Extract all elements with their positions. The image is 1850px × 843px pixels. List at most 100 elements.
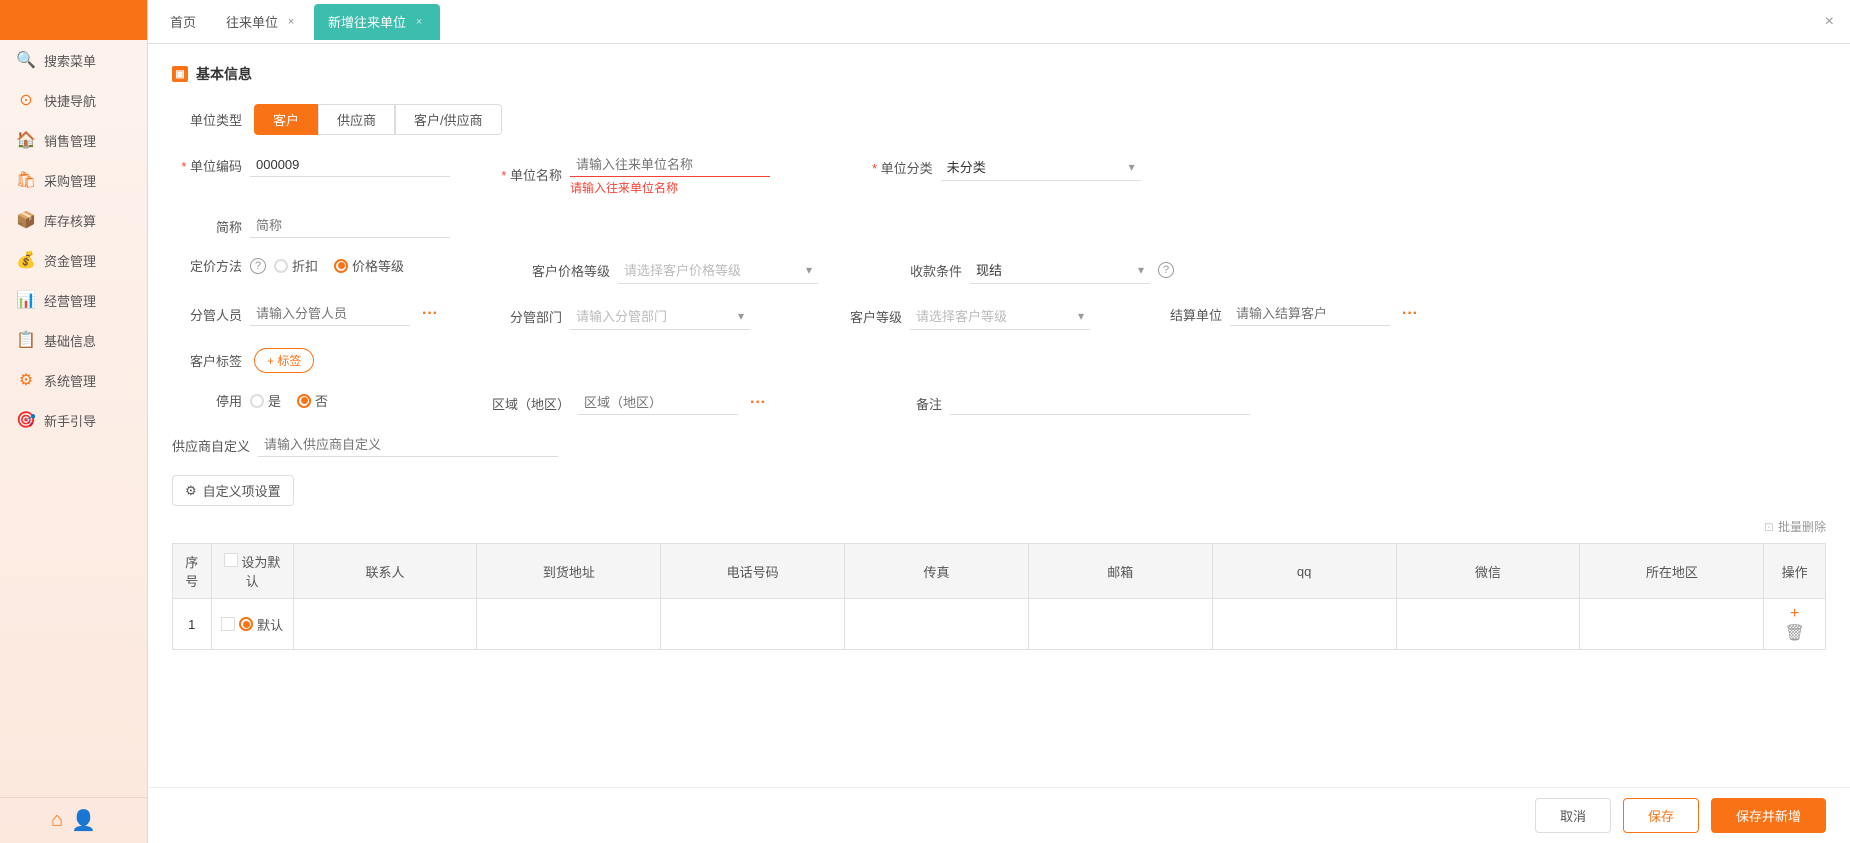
sidebar-item-purchase[interactable]: 🛍 采购管理	[0, 160, 147, 200]
sidebar-item-finance[interactable]: 💰 资金管理	[0, 240, 147, 280]
customer-level-select[interactable]: 请选择客户等级 ▾	[910, 302, 1090, 330]
search-icon: 🔍	[16, 50, 36, 70]
cancel-button[interactable]: 取消	[1535, 798, 1611, 833]
unit-name-input[interactable]	[570, 153, 770, 177]
batch-delete-area: ⊡ 批量删除	[172, 518, 1826, 535]
btn-type-both[interactable]: 客户/供应商	[395, 104, 502, 135]
sidebar-home-icon[interactable]: ⌂	[51, 809, 63, 832]
btn-type-customer[interactable]: 客户	[254, 104, 318, 135]
add-tag-label: + 标签	[267, 352, 301, 369]
row-fax[interactable]	[845, 599, 1029, 650]
payment-terms-label: 收款条件	[892, 261, 962, 280]
row-phone[interactable]	[661, 599, 845, 650]
region-more-icon[interactable]: ···	[746, 394, 770, 412]
unit-name-error: 请输入往来单位名称	[570, 179, 770, 196]
finance-icon: 💰	[16, 250, 36, 270]
pricing-level[interactable]: 价格等级	[334, 256, 404, 275]
customize-settings-button[interactable]: ⚙ 自定义项设置	[172, 475, 294, 506]
sidebar-item-guide[interactable]: 🎯 新手引导	[0, 400, 147, 440]
customer-tag-field: 客户标签 + 标签	[172, 348, 1826, 373]
fax-input[interactable]	[851, 616, 1022, 632]
address-input[interactable]	[483, 616, 654, 632]
manager-input[interactable]	[250, 302, 410, 326]
chevron-down-icon: ▾	[1078, 309, 1084, 323]
tab-counterparty[interactable]: 往来单位 ×	[212, 4, 312, 40]
short-name-input[interactable]	[250, 214, 450, 238]
sidebar-item-inventory[interactable]: 📦 库存核算	[0, 200, 147, 240]
add-tag-button[interactable]: + 标签	[254, 348, 314, 373]
sidebar-item-system[interactable]: ⚙ 系统管理	[0, 360, 147, 400]
manager-row: 分管人员 ··· 分管部门 请输入分管部门 ▾ 客户等级 请选择客户等级 ▾ 结…	[172, 302, 1826, 330]
col-wechat: 微信	[1396, 544, 1580, 599]
email-input[interactable]	[1035, 616, 1206, 632]
chevron-down-icon: ▾	[1129, 160, 1135, 174]
pricing-discount[interactable]: 折扣	[274, 256, 318, 275]
form-content: ▣ 基本信息 单位类型 客户 供应商 客户/供应商 单位编码 单位名称	[148, 44, 1850, 787]
row-qq[interactable]	[1212, 599, 1396, 650]
tab-new-counterparty[interactable]: 新增往来单位 ×	[314, 4, 440, 40]
close-all-tabs[interactable]: ×	[1817, 13, 1842, 31]
customer-level-label: 客户等级	[832, 307, 902, 326]
sidebar-item-sales[interactable]: 🏠 销售管理	[0, 120, 147, 160]
chevron-down-icon: ▾	[1138, 263, 1144, 277]
batch-delete-label[interactable]: 批量删除	[1778, 518, 1826, 535]
payment-help-icon[interactable]: ?	[1158, 262, 1174, 278]
customer-price-level-select[interactable]: 请选择客户价格等级 ▾	[618, 256, 818, 284]
select-all-checkbox[interactable]	[224, 553, 238, 567]
pricing-level-label: 价格等级	[352, 256, 404, 275]
row-default-radio[interactable]: 默认	[239, 615, 283, 634]
sidebar-item-search[interactable]: 🔍 搜索菜单	[0, 40, 147, 80]
phone-input[interactable]	[667, 616, 838, 632]
settlement-more-icon[interactable]: ···	[1398, 305, 1422, 323]
save-button[interactable]: 保存	[1623, 798, 1699, 833]
sidebar-item-label: 系统管理	[44, 371, 96, 390]
row-region[interactable]	[1580, 599, 1764, 650]
payment-terms-select[interactable]: 现结 ▾	[970, 256, 1150, 284]
department-select[interactable]: 请输入分管部门 ▾	[570, 302, 750, 330]
wechat-input[interactable]	[1403, 616, 1574, 632]
row-checkbox[interactable]	[221, 617, 235, 631]
row-wechat[interactable]	[1396, 599, 1580, 650]
pricing-help-icon[interactable]: ?	[250, 258, 266, 274]
settlement-unit-input[interactable]	[1230, 302, 1390, 326]
disabled-yes[interactable]: 是	[250, 391, 281, 410]
qq-input[interactable]	[1219, 616, 1390, 632]
add-row-icon[interactable]: +	[1790, 605, 1799, 622]
tab-close-counterparty[interactable]: ×	[284, 15, 298, 29]
radio-discount-icon	[274, 259, 288, 273]
unit-type-field: 单位类型 客户 供应商 客户/供应商	[172, 104, 502, 135]
manager-field: 分管人员 ···	[172, 302, 492, 326]
row-contact[interactable]	[293, 599, 477, 650]
sidebar-item-quick-nav[interactable]: ⊙ 快捷导航	[0, 80, 147, 120]
settlement-unit-field: 结算单位 ···	[1152, 302, 1826, 326]
row-email[interactable]	[1028, 599, 1212, 650]
delete-row-icon[interactable]: 🗑	[1784, 625, 1804, 642]
unit-code-input[interactable]	[250, 153, 450, 177]
disabled-no[interactable]: 否	[297, 391, 328, 410]
supplier-custom-row: 供应商自定义	[172, 433, 1826, 457]
col-address: 到货地址	[477, 544, 661, 599]
supplier-custom-input[interactable]	[258, 433, 558, 457]
tab-close-new-counterparty[interactable]: ×	[412, 15, 426, 29]
tab-label: 往来单位	[226, 12, 278, 31]
sidebar-item-label: 资金管理	[44, 251, 96, 270]
col-region: 所在地区	[1580, 544, 1764, 599]
save-new-button[interactable]: 保存并新增	[1711, 798, 1826, 833]
system-icon: ⚙	[16, 370, 36, 390]
sidebar-user-icon[interactable]: 👤	[71, 808, 96, 833]
region-table-input[interactable]	[1586, 616, 1757, 632]
region-input[interactable]	[578, 391, 738, 415]
manager-more-icon[interactable]: ···	[418, 305, 442, 323]
tab-home[interactable]: 首页	[156, 4, 210, 40]
row-address[interactable]	[477, 599, 661, 650]
region-field: 区域（地区） ···	[492, 391, 872, 415]
disabled-field: 停用 是 否	[172, 391, 492, 410]
remark-input[interactable]	[950, 391, 1250, 415]
contact-input[interactable]	[300, 616, 471, 632]
unit-category-select[interactable]: 未分类 ▾	[941, 153, 1141, 181]
btn-type-supplier[interactable]: 供应商	[318, 104, 395, 135]
sidebar-item-operations[interactable]: 📊 经营管理	[0, 280, 147, 320]
sidebar-item-label: 搜索菜单	[44, 51, 96, 70]
inventory-icon: 📦	[16, 210, 36, 230]
sidebar-item-basic-info[interactable]: 📋 基础信息	[0, 320, 147, 360]
